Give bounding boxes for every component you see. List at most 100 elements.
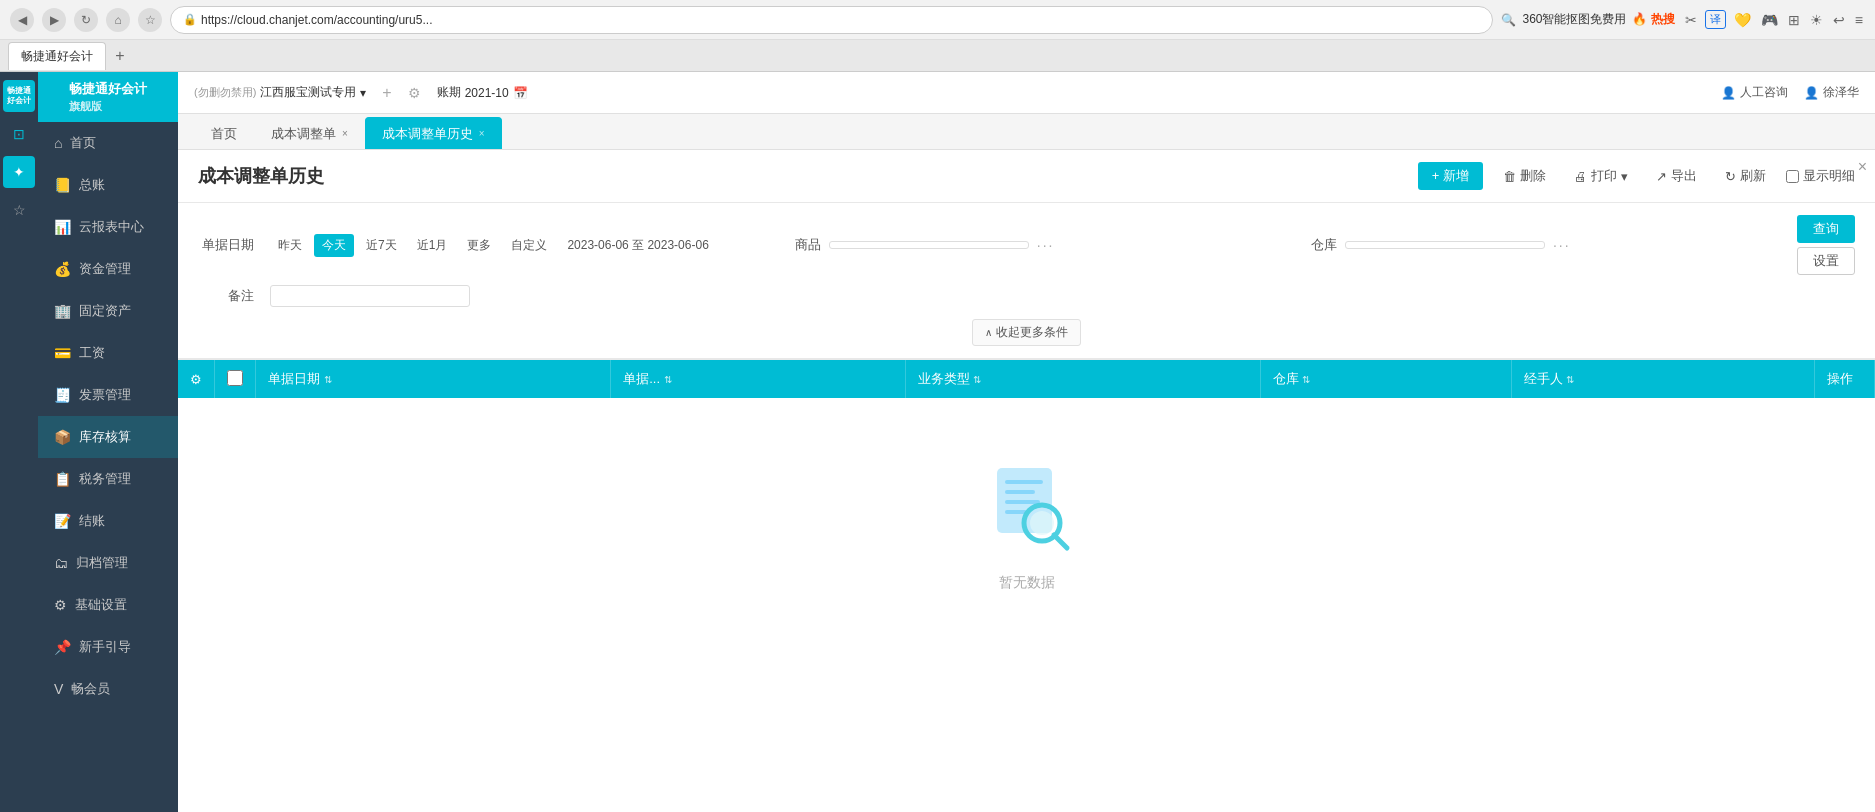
th-settings[interactable]: ⚙ (178, 360, 215, 398)
game-icon[interactable]: 🎮 (1759, 10, 1780, 30)
export-button[interactable]: ↗ 导出 (1648, 163, 1705, 189)
sidebar-label-inventory: 库存核算 (79, 428, 131, 446)
sidebar-label-guide: 新手引导 (79, 638, 131, 656)
logo-side-item-1[interactable]: ⊡ (3, 118, 35, 150)
table-settings-icon[interactable]: ⚙ (190, 372, 202, 387)
content-close-button[interactable]: × (1850, 150, 1875, 184)
th-checkbox[interactable] (215, 360, 256, 398)
th-handler[interactable]: 经手人 ⇅ (1511, 360, 1814, 398)
sidebar-item-ledger[interactable]: 📒 总账 (38, 164, 178, 206)
user-profile[interactable]: 👤 徐泽华 (1804, 84, 1859, 101)
sidebar-label-invoice: 发票管理 (79, 386, 131, 404)
new-tab-button[interactable]: + (108, 44, 132, 68)
page-title-row: 成本调整单历史 + 新增 🗑 删除 🖨 打印 ▾ ↗ 导出 (178, 150, 1875, 203)
header-right: 👤 人工咨询 👤 徐泽华 (1721, 84, 1859, 101)
star-button[interactable]: ☆ (138, 8, 162, 32)
logo-side-item-3[interactable]: ☆ (3, 194, 35, 226)
service-icon: 👤 (1721, 86, 1736, 100)
tab-cost-adjust-history-close[interactable]: × (479, 128, 485, 139)
date-opt-today[interactable]: 今天 (314, 234, 354, 257)
th-date[interactable]: 单据日期 ⇅ (256, 360, 611, 398)
delete-button[interactable]: 🗑 删除 (1495, 163, 1554, 189)
company-settings-icon[interactable]: ⚙ (408, 85, 421, 101)
sidebar-label-vip: 畅会员 (71, 680, 110, 698)
sidebar-item-tax[interactable]: 📋 税务管理 (38, 458, 178, 500)
period-label: 账期 (437, 84, 461, 101)
data-table: ⚙ 单据日期 ⇅ 单据... ⇅ (178, 360, 1875, 398)
sidebar-item-closing[interactable]: 📝 结账 (38, 500, 178, 542)
translate-icon[interactable]: 译 (1705, 10, 1726, 29)
show-columns-checkbox[interactable] (1786, 170, 1799, 183)
show-columns-toggle[interactable]: 显示明细 (1786, 167, 1855, 185)
product-more-icon[interactable]: ··· (1037, 237, 1055, 253)
empty-state: 暂无数据 (178, 398, 1875, 652)
query-button[interactable]: 查询 (1797, 215, 1855, 243)
wallet-icon[interactable]: 💛 (1732, 10, 1753, 30)
filter-settings-button[interactable]: 设置 (1797, 247, 1855, 275)
sidebar-item-home[interactable]: ⌂ 首页 (38, 122, 178, 164)
grid-icon[interactable]: ⊞ (1786, 10, 1802, 30)
forward-button[interactable]: ▶ (42, 8, 66, 32)
th-warehouse[interactable]: 仓库 ⇅ (1260, 360, 1511, 398)
date-opt-custom[interactable]: 自定义 (503, 234, 555, 257)
sidebar-item-fixed-assets[interactable]: 🏢 固定资产 (38, 290, 178, 332)
warehouse-more-icon[interactable]: ··· (1553, 237, 1571, 253)
add-button[interactable]: + 新增 (1418, 162, 1483, 190)
filter-product-label: 商品 (765, 236, 821, 254)
menu-icon[interactable]: ≡ (1853, 10, 1865, 30)
sidebar-item-settings[interactable]: ⚙ 基础设置 (38, 584, 178, 626)
sidebar-item-vip[interactable]: V 畅会员 (38, 668, 178, 710)
svg-point-6 (1030, 511, 1054, 535)
sort-handler-icon: ⇅ (1566, 374, 1574, 385)
refresh-button[interactable]: ↻ (74, 8, 98, 32)
user-avatar-icon: 👤 (1804, 86, 1819, 100)
tab-cost-adjust[interactable]: 成本调整单 × (254, 117, 365, 149)
back-button[interactable]: ◀ (10, 8, 34, 32)
scissors-icon[interactable]: ✂ (1683, 10, 1699, 30)
sidebar-item-reports[interactable]: 📊 云报表中心 (38, 206, 178, 248)
date-opt-yesterday[interactable]: 昨天 (270, 234, 310, 257)
customer-service[interactable]: 👤 人工咨询 (1721, 84, 1788, 101)
toolbar: + 新增 🗑 删除 🖨 打印 ▾ ↗ 导出 ↻ (1418, 162, 1855, 190)
th-business-type[interactable]: 业务类型 ⇅ (905, 360, 1260, 398)
sidebar-item-invoice[interactable]: 🧾 发票管理 (38, 374, 178, 416)
print-button[interactable]: 🖨 打印 ▾ (1566, 163, 1636, 189)
th-actions: 操作 (1815, 360, 1875, 398)
sidebar-item-salary[interactable]: 💳 工资 (38, 332, 178, 374)
th-number[interactable]: 单据... ⇅ (611, 360, 905, 398)
select-all-checkbox[interactable] (227, 370, 243, 386)
home-button[interactable]: ⌂ (106, 8, 130, 32)
guide-icon: 📌 (54, 639, 71, 655)
sun-icon[interactable]: ☀ (1808, 10, 1825, 30)
address-bar[interactable]: 🔒 https://cloud.chanjet.com/accounting/u… (170, 6, 1493, 34)
filter-warehouse-area: 仓库 ··· (1281, 236, 1781, 254)
logo-side-item-2[interactable]: ✦ (3, 156, 35, 188)
add-company-icon[interactable]: + (382, 84, 391, 102)
print-label: 打印 (1591, 167, 1617, 185)
svg-line-7 (1054, 535, 1067, 548)
undo-icon[interactable]: ↩ (1831, 10, 1847, 30)
export-label: 导出 (1671, 167, 1697, 185)
tab-home[interactable]: 首页 (194, 117, 254, 149)
tab-cost-adjust-close[interactable]: × (342, 128, 348, 139)
collapse-filters-button[interactable]: ∧ 收起更多条件 (972, 319, 1081, 346)
archive-icon: 🗂 (54, 555, 68, 571)
refresh-button[interactable]: ↻ 刷新 (1717, 163, 1774, 189)
tab-cost-adjust-history[interactable]: 成本调整单历史 × (365, 117, 502, 149)
sidebar-item-archive[interactable]: 🗂 归档管理 (38, 542, 178, 584)
svg-rect-3 (1005, 500, 1040, 504)
calendar-icon[interactable]: 📅 (513, 86, 528, 100)
date-opt-7days[interactable]: 近7天 (358, 234, 405, 257)
date-opt-1month[interactable]: 近1月 (409, 234, 456, 257)
sidebar-item-finance[interactable]: 💰 资金管理 (38, 248, 178, 290)
sidebar-item-guide[interactable]: 📌 新手引导 (38, 626, 178, 668)
show-columns-label: 显示明细 (1803, 167, 1855, 185)
browser-tab-app[interactable]: 畅捷通好会计 (8, 42, 106, 70)
sidebar-item-inventory[interactable]: 📦 库存核算 (38, 416, 178, 458)
delete-icon: 🗑 (1503, 169, 1516, 184)
product-selector[interactable] (829, 241, 1029, 249)
warehouse-selector[interactable] (1345, 241, 1545, 249)
date-opt-more[interactable]: 更多 (459, 234, 499, 257)
remark-input[interactable] (270, 285, 470, 307)
company-selector[interactable]: (勿删勿禁用) 江西服宝测试专用 ▾ (194, 84, 366, 101)
